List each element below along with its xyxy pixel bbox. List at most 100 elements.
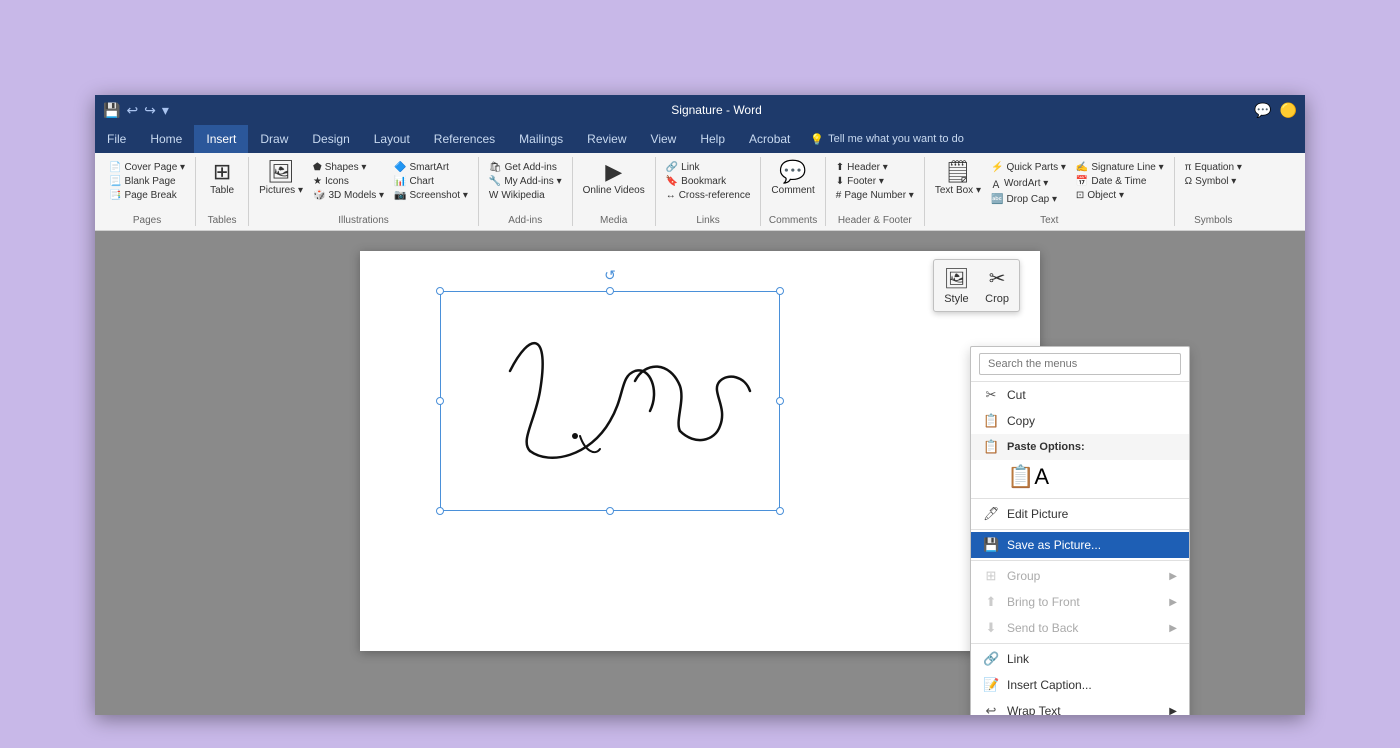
tab-layout[interactable]: Layout xyxy=(362,125,422,153)
group-symbols: π Equation ▾ Ω Symbol ▾ Symbols xyxy=(1177,157,1252,226)
tab-mailings[interactable]: Mailings xyxy=(507,125,575,153)
group-tables: ⊞ Table Tables xyxy=(198,157,249,226)
bookmark-btn[interactable]: 🔖 Bookmark xyxy=(662,175,755,188)
handle-tl[interactable] xyxy=(436,287,444,295)
send-back-arrow: ▶ xyxy=(1169,623,1177,634)
title-bar-icons: 💾 ↩ ↪ ▾ xyxy=(103,102,169,119)
shapes-label: Shapes ▾ xyxy=(325,162,367,173)
tab-references[interactable]: References xyxy=(422,125,507,153)
link-btn[interactable]: 🔗 Link xyxy=(662,161,755,174)
footer-icon: ⬇ xyxy=(836,176,844,187)
date-time-btn[interactable]: 📅 Date & Time xyxy=(1072,175,1168,188)
handle-ml[interactable] xyxy=(436,397,444,405)
quick-parts-btn[interactable]: ⚡ Quick Parts ▾ xyxy=(987,161,1070,174)
paste-clipboard-icon[interactable]: 📋A xyxy=(1007,464,1049,489)
tab-home[interactable]: Home xyxy=(138,125,194,153)
style-btn[interactable]: 🖼 Style xyxy=(944,266,969,305)
tab-review[interactable]: Review xyxy=(575,125,638,153)
save-icon[interactable]: 💾 xyxy=(103,102,120,119)
table-icon: ⊞ xyxy=(213,161,231,183)
header-btn[interactable]: ⬆ Header ▾ xyxy=(832,161,918,174)
3d-models-btn[interactable]: 🎲 3D Models ▾ xyxy=(309,189,388,202)
handle-br[interactable] xyxy=(776,507,784,515)
symbol-btn[interactable]: Ω Symbol ▾ xyxy=(1181,175,1246,188)
smartart-btn[interactable]: 🔷 SmartArt xyxy=(390,161,472,174)
tab-view[interactable]: View xyxy=(639,125,689,153)
cut-menu-item[interactable]: ✂ Cut xyxy=(971,382,1189,408)
tab-design[interactable]: Design xyxy=(300,125,361,153)
group-addins: 🛍 Get Add-ins 🔧 My Add-ins ▾ W Wikipedia… xyxy=(481,157,573,226)
undo-icon[interactable]: ↩ xyxy=(126,102,138,119)
wordart-btn[interactable]: Ａ WordArt ▾ xyxy=(987,175,1070,192)
textbox-btn[interactable]: 🗒 Text Box ▾ xyxy=(931,159,985,198)
comment-icon[interactable]: 💬 xyxy=(1254,102,1271,119)
get-addins-label: Get Add-ins xyxy=(505,162,557,173)
dropcap-icon: 🔤 xyxy=(991,194,1003,205)
bring-front-item[interactable]: ⬆ Bring to Front ▶ xyxy=(971,589,1189,615)
handle-bm[interactable] xyxy=(606,507,614,515)
rotate-handle[interactable]: ↺ xyxy=(604,267,616,284)
handle-tr[interactable] xyxy=(776,287,784,295)
tab-acrobat[interactable]: Acrobat xyxy=(737,125,802,153)
copy-menu-item[interactable]: 📋 Copy xyxy=(971,408,1189,434)
shapes-btn[interactable]: ⬟ Shapes ▾ xyxy=(309,161,388,174)
table-btn[interactable]: ⊞ Table xyxy=(202,159,242,198)
tab-help[interactable]: Help xyxy=(688,125,737,153)
handle-tm[interactable] xyxy=(606,287,614,295)
minimize-icon[interactable]: 🟡 xyxy=(1280,102,1297,119)
crop-icon: ✂ xyxy=(989,266,1006,291)
footer-btn[interactable]: ⬇ Footer ▾ xyxy=(832,175,918,188)
my-addins-btn[interactable]: 🔧 My Add-ins ▾ xyxy=(485,175,566,188)
online-videos-icon: ▶ xyxy=(605,161,622,183)
insert-caption-item[interactable]: 📝 Insert Caption... xyxy=(971,672,1189,698)
3d-icon: 🎲 xyxy=(313,190,325,201)
signature-line-btn[interactable]: ✍ Signature Line ▾ xyxy=(1072,161,1168,174)
tab-draw[interactable]: Draw xyxy=(248,125,300,153)
comment-btn[interactable]: 💬 Comment xyxy=(767,159,818,198)
window-controls: 💬 🟡 xyxy=(1254,102,1297,119)
online-videos-btn[interactable]: ▶ Online Videos xyxy=(579,159,649,198)
tell-me-text: Tell me what you want to do xyxy=(828,133,964,145)
tell-me-bar[interactable]: 💡 Tell me what you want to do xyxy=(810,125,963,153)
page-break-btn[interactable]: 📑 Page Break xyxy=(105,189,189,202)
menu-search-input[interactable] xyxy=(979,353,1181,375)
send-back-item[interactable]: ⬇ Send to Back ▶ xyxy=(971,615,1189,641)
quick-access-dropdown[interactable]: ▾ xyxy=(162,102,169,119)
get-addins-btn[interactable]: 🛍 Get Add-ins xyxy=(485,161,566,174)
handle-bl[interactable] xyxy=(436,507,444,515)
pictures-btn[interactable]: 🖼 Pictures ▾ xyxy=(255,159,307,198)
redo-icon[interactable]: ↪ xyxy=(144,102,156,119)
object-btn[interactable]: ⊡ Object ▾ xyxy=(1072,189,1168,202)
edit-picture-item[interactable]: 🖊 Edit Picture xyxy=(971,501,1189,527)
crop-btn[interactable]: ✂ Crop xyxy=(985,266,1009,305)
wikipedia-btn[interactable]: W Wikipedia xyxy=(485,189,566,202)
equation-btn[interactable]: π Equation ▾ xyxy=(1181,161,1246,174)
handle-mr[interactable] xyxy=(776,397,784,405)
link-item[interactable]: 🔗 Link xyxy=(971,646,1189,672)
save-as-picture-item[interactable]: 💾 Save as Picture... xyxy=(971,532,1189,558)
illustrations-label: Illustrations xyxy=(255,213,472,226)
bring-front-label: Bring to Front xyxy=(1007,595,1080,609)
icons-btn[interactable]: ★ Icons xyxy=(309,175,388,188)
group-illustrations: 🖼 Pictures ▾ ⬟ Shapes ▾ ★ Icons 🎲 3D Mod… xyxy=(251,157,479,226)
chart-btn[interactable]: 📊 Chart xyxy=(390,175,472,188)
page-number-btn[interactable]: # Page Number ▾ xyxy=(832,189,918,202)
tab-insert[interactable]: Insert xyxy=(194,125,248,153)
wrap-text-item[interactable]: ↩ Wrap Text ▶ xyxy=(971,698,1189,715)
equation-icon: π xyxy=(1185,162,1192,173)
tab-file[interactable]: File xyxy=(95,125,138,153)
signature-line-label: Signature Line ▾ xyxy=(1091,162,1163,173)
save-as-picture-icon: 💾 xyxy=(983,537,999,553)
cross-reference-btn[interactable]: ↔ Cross-reference xyxy=(662,189,755,202)
group-arrow: ▶ xyxy=(1169,571,1177,582)
group-item[interactable]: ⊞ Group ▶ xyxy=(971,563,1189,589)
selected-image[interactable]: ↺ xyxy=(440,291,780,511)
links-items: 🔗 Link 🔖 Bookmark ↔ Cross-reference xyxy=(662,157,755,213)
cover-page-btn[interactable]: 📄 Cover Page ▾ xyxy=(105,161,189,174)
page-number-label: Page Number ▾ xyxy=(844,190,914,201)
dropcap-btn[interactable]: 🔤 Drop Cap ▾ xyxy=(987,193,1070,206)
blank-page-btn[interactable]: 📃 Blank Page xyxy=(105,175,189,188)
group-header-footer: ⬆ Header ▾ ⬇ Footer ▾ # Page Number ▾ He… xyxy=(828,157,925,226)
screenshot-btn[interactable]: 📷 Screenshot ▾ xyxy=(390,189,472,202)
cover-page-icon: 📄 xyxy=(109,162,121,173)
